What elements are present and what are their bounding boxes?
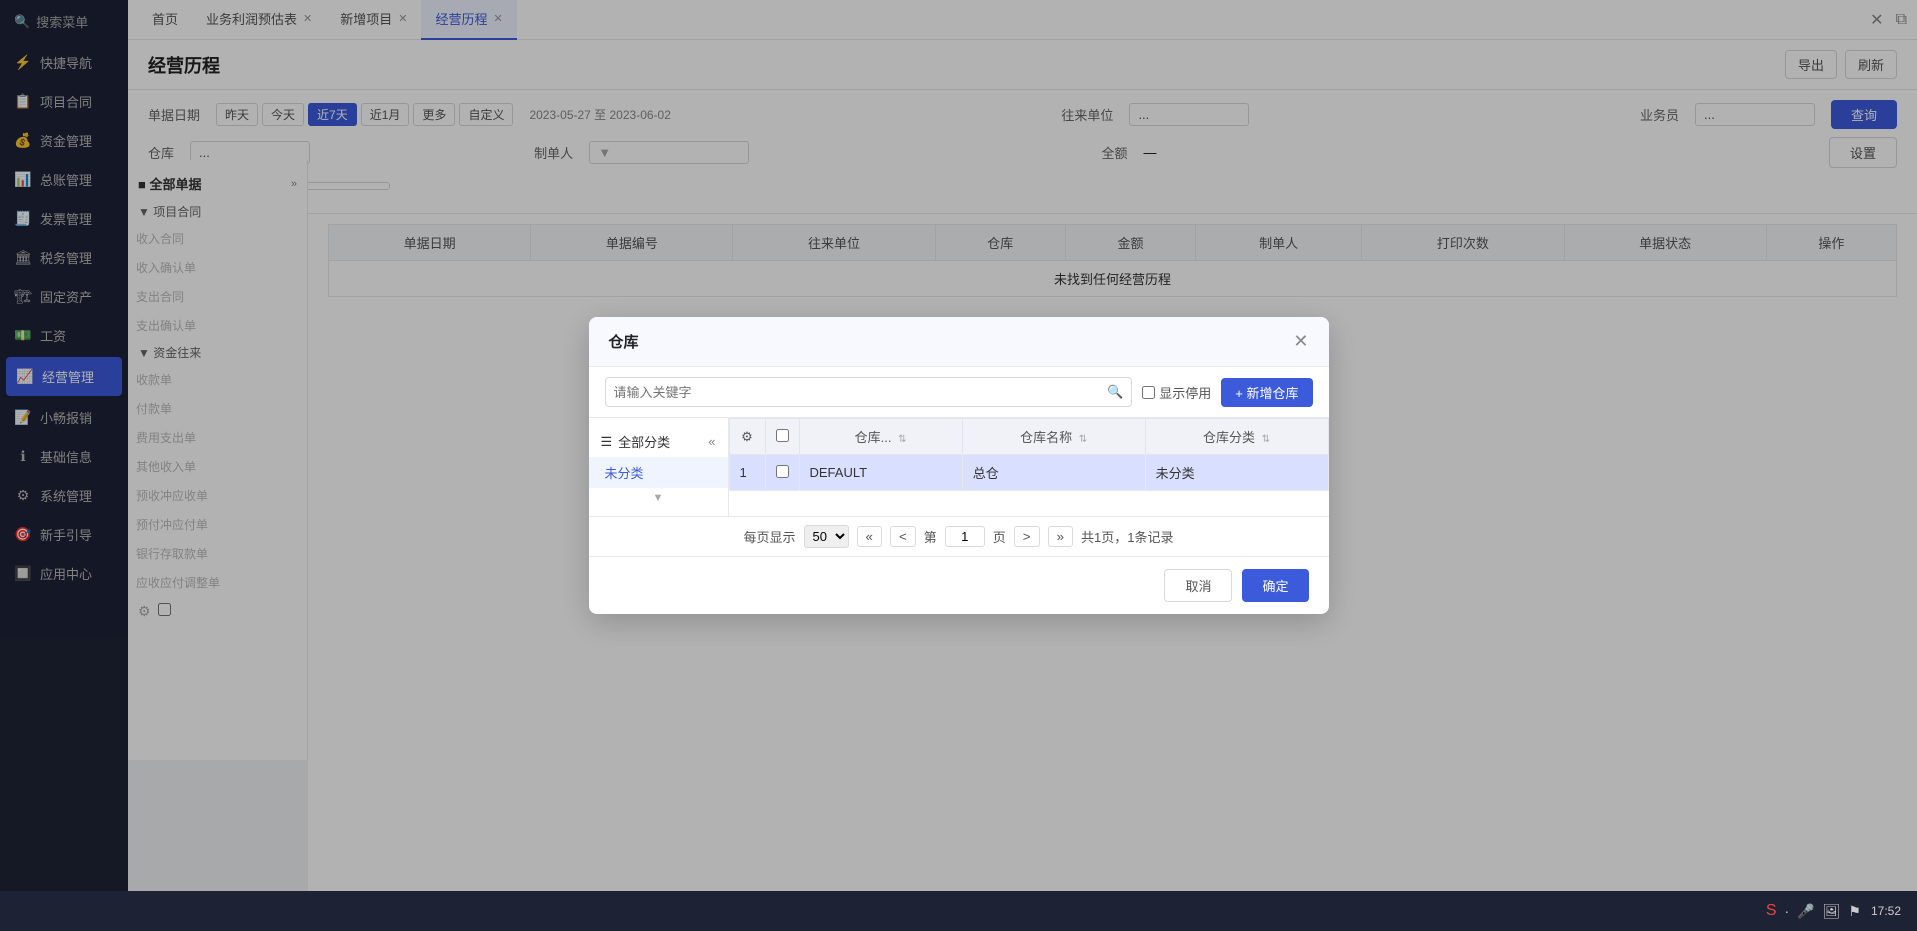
modal-toolbar: 🔍 显示停用 + 新增仓库 <box>589 367 1329 418</box>
modal-page-label: 第 <box>924 527 937 546</box>
modal-total-label: 共1页，1条记录 <box>1081 527 1173 546</box>
taskbar: S · 🎤 🖼 ⚑ 17:52 <box>0 891 1917 931</box>
taskbar-s-icon: S <box>1766 902 1777 920</box>
col-name: 仓库名称 ⇅ <box>962 419 1145 455</box>
col-code: 仓库... ⇅ <box>799 419 962 455</box>
warehouse-table: ⚙ 仓库... ⇅ 仓库名称 ⇅ <box>729 418 1329 491</box>
modal-search-input[interactable] <box>614 385 1108 400</box>
sidebar-collapse-icon[interactable]: « <box>708 434 715 449</box>
col-settings[interactable]: ⚙ <box>729 419 765 455</box>
modal-page-suffix: 页 <box>993 527 1006 546</box>
all-category-item[interactable]: ☰ 全部分类 « <box>589 426 728 457</box>
category-sidebar: ☰ 全部分类 « 未分类 ▼ <box>589 418 729 516</box>
modal-overlay: 仓库 ✕ 🔍 显示停用 + 新增仓库 ☰ 全部分类 « <box>0 0 1917 931</box>
cat-scroll-down[interactable]: ▼ <box>589 488 728 508</box>
modal-close-button[interactable]: ✕ <box>1293 331 1308 352</box>
check-all-checkbox[interactable] <box>776 429 789 442</box>
taskbar-img-icon[interactable]: 🖼 <box>1823 903 1841 920</box>
modal-prev-page[interactable]: < <box>890 526 916 547</box>
add-warehouse-button[interactable]: + 新增仓库 <box>1221 378 1312 407</box>
taskbar-icons: S · 🎤 🖼 ⚑ <box>1766 902 1861 920</box>
confirm-button[interactable]: 确定 <box>1242 569 1308 602</box>
taskbar-dot-icon: · <box>1785 903 1790 919</box>
col-category: 仓库分类 ⇅ <box>1145 419 1328 455</box>
row-checkbox[interactable] <box>765 455 799 491</box>
modal-footer: 取消 确定 <box>589 556 1329 614</box>
taskbar-time: 17:52 <box>1871 904 1901 918</box>
row-code: DEFAULT <box>799 455 962 491</box>
modal-search-icon: 🔍 <box>1107 384 1123 400</box>
warehouse-modal: 仓库 ✕ 🔍 显示停用 + 新增仓库 ☰ 全部分类 « <box>589 317 1329 614</box>
modal-pagination: 每页显示 50 « < 第 页 > » 共1页，1条记录 <box>589 516 1329 556</box>
show-disabled-label[interactable]: 显示停用 <box>1142 383 1211 402</box>
cancel-button[interactable]: 取消 <box>1164 569 1232 602</box>
modal-title: 仓库 <box>609 331 639 352</box>
modal-per-page-select[interactable]: 50 <box>804 525 849 548</box>
modal-search-box: 🔍 <box>605 377 1133 407</box>
show-disabled-text: 显示停用 <box>1159 383 1211 402</box>
modal-last-page[interactable]: » <box>1048 526 1073 547</box>
modal-first-page[interactable]: « <box>857 526 882 547</box>
row-check[interactable] <box>776 465 789 478</box>
row-name: 总仓 <box>962 455 1145 491</box>
modal-body: ☰ 全部分类 « 未分类 ▼ ⚙ <box>589 418 1329 516</box>
all-category-label: 全部分类 <box>618 432 670 451</box>
table-row[interactable]: 1 DEFAULT 总仓 未分类 <box>729 455 1328 491</box>
taskbar-mic-icon[interactable]: 🎤 <box>1797 903 1814 920</box>
uncategorized-label: 未分类 <box>605 466 644 481</box>
modal-next-page[interactable]: > <box>1014 526 1040 547</box>
show-disabled-checkbox[interactable] <box>1142 386 1155 399</box>
taskbar-flag-icon[interactable]: ⚑ <box>1848 903 1861 920</box>
col-check-all[interactable] <box>765 419 799 455</box>
row-category: 未分类 <box>1145 455 1328 491</box>
modal-per-page-label: 每页显示 <box>744 527 796 546</box>
modal-table-wrap: ⚙ 仓库... ⇅ 仓库名称 ⇅ <box>729 418 1329 516</box>
uncategorized-item[interactable]: 未分类 <box>589 457 728 488</box>
modal-header: 仓库 ✕ <box>589 317 1329 367</box>
row-settings: 1 <box>729 455 765 491</box>
modal-page-input[interactable] <box>945 526 985 547</box>
all-category-icon: ☰ <box>601 434 613 450</box>
